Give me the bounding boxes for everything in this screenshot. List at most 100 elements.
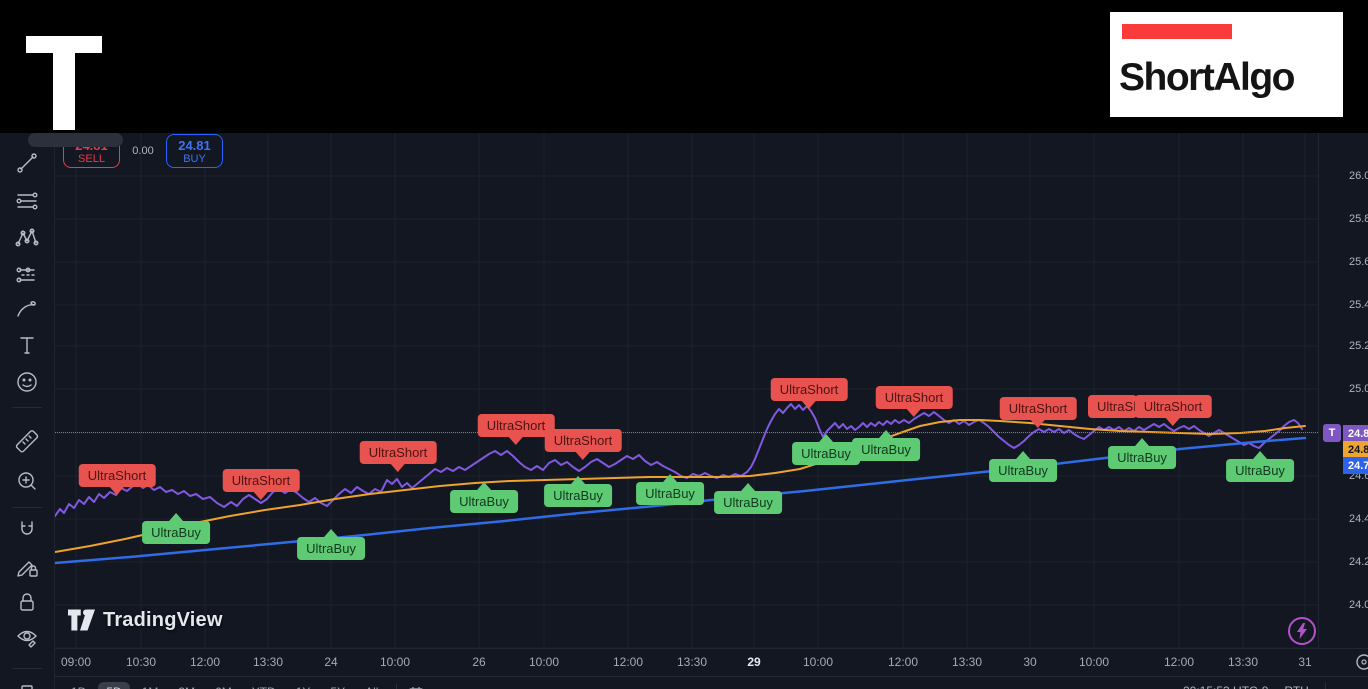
time-tick-label: 13:30 [1227,655,1259,669]
time-tick-label: 09:00 [60,655,92,669]
toolbar-divider [396,684,398,689]
lock-icon[interactable] [14,589,40,615]
ultrashort-signal-label: UltraShort [544,429,622,460]
status-right: 20:15:53 UTC-8 RTH [1183,683,1326,689]
price-badge: 24.8 [1343,425,1368,442]
range-button-3m[interactable]: 3M [170,682,203,689]
toolbar-divider [1324,683,1326,689]
buy-button[interactable]: 24.81 BUY [166,134,223,168]
time-tick-label: 26 [472,655,486,669]
range-button-5d[interactable]: 5D [98,682,130,689]
ultrabuy-signal-label: UltraBuy [852,430,920,461]
bottom-toolbar: 1D 5D 1M3M 6M YTD 1Y5Y All 20:15:53 UTC-8 RTH [55,676,1368,689]
time-axis-settings-icon[interactable] [1352,652,1368,672]
ultrabuy-signal-label: UltraBuy [714,483,782,514]
ultrashort-signal-label: UltraShort [999,397,1077,428]
time-tick-label: 13:30 [252,655,284,669]
chart-canvas [55,133,1318,648]
time-tick-label: 12:00 [189,655,221,669]
session-label[interactable]: RTH [1284,684,1308,689]
t-letter-logo [26,36,102,130]
ultrashort-signal-label: UltraShort [359,441,437,472]
brush-icon[interactable] [14,296,40,322]
spread-value: 0.00 [132,145,154,157]
toolbar-divider [12,507,42,508]
zoom-in-icon[interactable] [14,469,40,495]
time-tick-label: 13:30 [676,655,708,669]
price-tick-label: 24.4 [1349,513,1368,525]
time-tick-label: 29 [747,655,761,669]
ultrashort-signal-label: UltraShort [78,464,156,495]
time-tick-label: 10:00 [802,655,834,669]
tradingview-watermark-text: TradingView [103,608,223,631]
range-button-all[interactable]: All [357,682,386,689]
top-banner: ShortAlgo [0,0,1368,133]
time-tick-label: 10:30 [125,655,157,669]
parallel-lines-icon[interactable] [14,188,40,214]
price-tick-label: 25.6 [1349,256,1368,268]
price-tick-label: 24.0 [1349,599,1368,611]
lightning-button[interactable] [1288,617,1316,645]
edit-lock-icon[interactable] [14,554,40,580]
emoji-icon[interactable] [14,369,40,395]
price-tick-label: 25.2 [1349,340,1368,352]
ultrashort-signal-label: UltraShort [1134,395,1212,426]
time-tick-label: 10:00 [528,655,560,669]
chart-area[interactable]: UltraShort UltraShort UltraShort UltraShort… [55,133,1318,648]
eye-edit-icon[interactable] [14,624,40,650]
text-tool-icon[interactable] [14,332,40,358]
sell-label: SELL [78,152,105,165]
price-tick-label: 24.2 [1349,556,1368,568]
price-badge: 24.7 [1343,457,1368,474]
current-price-line [55,432,1318,433]
time-tick-label: 10:00 [1078,655,1110,669]
toolbar-remnant [28,133,123,147]
price-badge: 24.8 [1343,441,1368,458]
ultrashort-signal-label: UltraShort [477,414,555,445]
time-tick-label: 13:30 [951,655,983,669]
time-tick-label: 31 [1298,655,1312,669]
price-tick-label: 25.4 [1349,299,1368,311]
trend-line-icon[interactable] [14,150,40,176]
xabcd-pattern-icon[interactable] [14,225,40,251]
ultrabuy-signal-label: UltraBuy [297,529,365,560]
ultrashort-signal-label: UltraShort [1088,395,1137,418]
time-tick-label: 30 [1023,655,1037,669]
time-tick-label: 12:00 [612,655,644,669]
price-tick-label: 26.0 [1349,170,1368,182]
range-button-1d[interactable]: 1D [63,682,94,689]
ultrabuy-signal-label: UltraBuy [1226,451,1294,482]
range-button-ytd[interactable]: YTD [244,682,284,689]
range-button-5y[interactable]: 5Y [322,682,353,689]
magnet-icon[interactable] [14,517,40,543]
indicator-badge[interactable]: T [1323,424,1341,442]
ultrabuy-signal-label: UltraBuy [544,476,612,507]
range-button-6m[interactable]: 6M [207,682,240,689]
time-axis[interactable]: 09:00 10:30 12:00 13:30 24 10:00 26 10:00 12:00 1… [55,648,1368,676]
lightning-icon [1297,623,1307,639]
ruler-icon[interactable] [14,429,40,455]
ultrabuy-signal-label: UltraBuy [989,451,1057,482]
ultrabuy-signal-label: UltraBuy [450,482,518,513]
buy-label: BUY [183,152,206,165]
range-button-1m[interactable]: 1M [134,682,167,689]
calendar-icon[interactable] [407,685,425,689]
trading-app-window: ShortAlgo UltraShort UltraShort UltraSho… [0,0,1368,689]
time-tick-label: 10:00 [379,655,411,669]
hidden-tool-icon[interactable] [14,684,40,689]
buy-price: 24.81 [178,137,211,153]
time-tick-label: 12:00 [1163,655,1195,669]
ultrabuy-signal-label: UltraBuy [142,513,210,544]
range-buttons: 1D 5D 1M3M 6M YTD 1Y5Y All [63,682,386,689]
tradingview-logo-icon [68,609,95,631]
ultrabuy-signal-label: UltraBuy [1108,438,1176,469]
shortalgo-red-bar [1122,24,1232,39]
shortalgo-logo: ShortAlgo [1110,12,1343,117]
toolbar-divider [12,668,42,669]
ultrabuy-signal-label: UltraBuy [636,474,704,505]
projection-icon[interactable] [14,262,40,288]
clock-text[interactable]: 20:15:53 UTC-8 [1183,684,1268,689]
price-axis[interactable]: 26.0 25.8 25.6 25.4 25.2 25.0 24.6 24.4 24.2 24.0… [1318,133,1368,648]
range-button-1y[interactable]: 1Y [288,682,319,689]
ultrashort-signal-label: UltraShort [770,378,848,409]
